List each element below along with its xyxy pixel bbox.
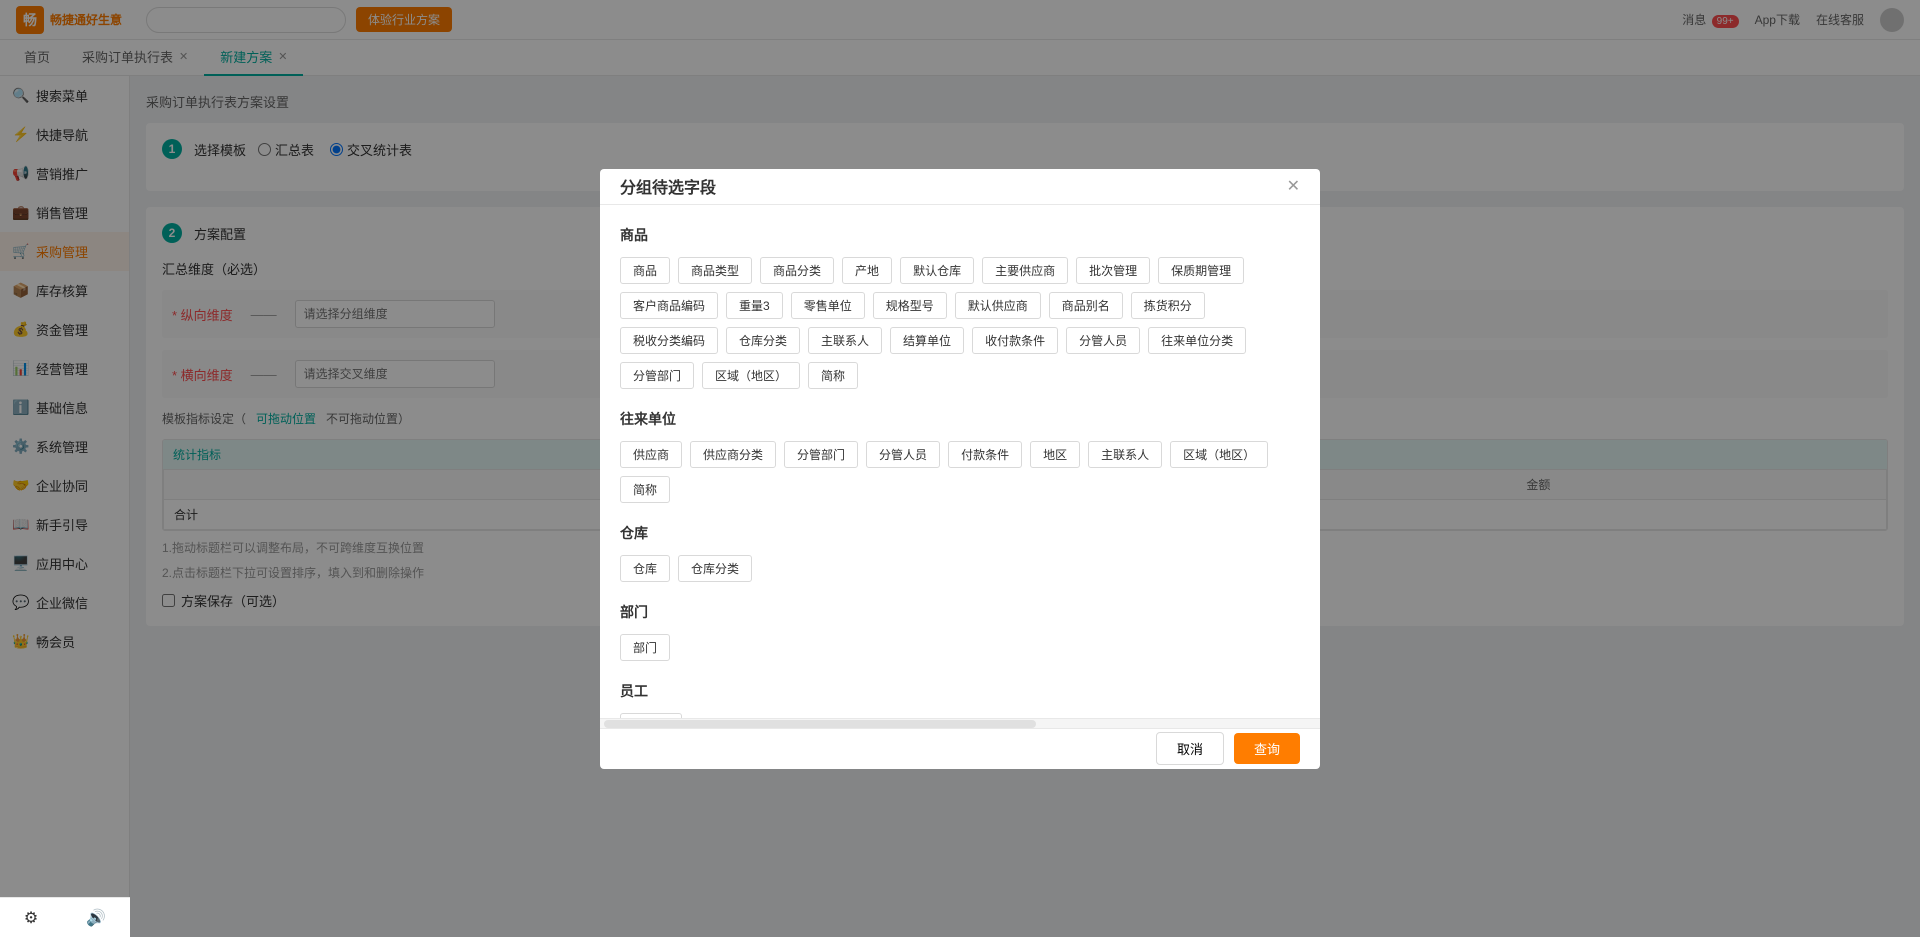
confirm-button[interactable]: 查询: [1234, 733, 1300, 764]
field-tag[interactable]: 默认仓库: [900, 257, 974, 284]
field-tag[interactable]: 往来单位分类: [1148, 327, 1246, 354]
section-employee-title: 员工: [620, 681, 1300, 701]
modal-horizontal-scrollbar[interactable]: [600, 718, 1320, 728]
department-field-tags: 部门: [620, 634, 1300, 661]
field-tag[interactable]: 规格型号: [873, 292, 947, 319]
field-tag[interactable]: 分管部门: [620, 362, 694, 389]
field-tag[interactable]: 供应商: [620, 441, 682, 468]
section-product: 商品 商品 商品类型 商品分类 产地 默认仓库 主要供应商 批次管理 保质期管理…: [620, 225, 1300, 389]
modal-overlay: 分组待选字段 ✕ 商品 商品 商品类型 商品分类 产地 默认仓库 主要供应商 批…: [0, 0, 1920, 937]
field-tag[interactable]: 零售单位: [791, 292, 865, 319]
field-tag[interactable]: 主联系人: [808, 327, 882, 354]
product-field-tags: 商品 商品类型 商品分类 产地 默认仓库 主要供应商 批次管理 保质期管理 客户…: [620, 257, 1300, 389]
field-tag[interactable]: 简称: [808, 362, 858, 389]
field-tag[interactable]: 客户商品编码: [620, 292, 718, 319]
field-tag[interactable]: 区域（地区）: [1170, 441, 1268, 468]
modal-close-button[interactable]: ✕: [1287, 176, 1300, 196]
modal-title: 分组待选字段: [620, 174, 716, 198]
cancel-button[interactable]: 取消: [1156, 732, 1224, 765]
field-tag[interactable]: 付款条件: [948, 441, 1022, 468]
bottom-bar: ⚙ 🔊: [0, 897, 130, 937]
field-tag[interactable]: 商品类型: [678, 257, 752, 284]
section-department: 部门 部门: [620, 602, 1300, 661]
field-tag[interactable]: 简称: [620, 476, 670, 503]
field-tag[interactable]: 仓库分类: [678, 555, 752, 582]
section-employee: 员工 业务员: [620, 681, 1300, 718]
field-tag[interactable]: 仓库: [620, 555, 670, 582]
section-product-title: 商品: [620, 225, 1300, 245]
field-tag[interactable]: 批次管理: [1076, 257, 1150, 284]
modal-footer: 取消 查询: [600, 728, 1320, 769]
field-tag[interactable]: 地区: [1030, 441, 1080, 468]
section-partner: 往来单位 供应商 供应商分类 分管部门 分管人员 付款条件 地区 主联系人 区域…: [620, 409, 1300, 503]
field-tag[interactable]: 商品: [620, 257, 670, 284]
section-warehouse: 仓库 仓库 仓库分类: [620, 523, 1300, 582]
field-tag[interactable]: 税收分类编码: [620, 327, 718, 354]
audio-icon[interactable]: 🔊: [86, 908, 106, 928]
field-tag[interactable]: 拣货积分: [1131, 292, 1205, 319]
field-tag[interactable]: 重量3: [726, 292, 783, 319]
section-partner-title: 往来单位: [620, 409, 1300, 429]
field-tag[interactable]: 保质期管理: [1158, 257, 1244, 284]
field-tag[interactable]: 部门: [620, 634, 670, 661]
field-tag[interactable]: 供应商分类: [690, 441, 776, 468]
field-select-modal: 分组待选字段 ✕ 商品 商品 商品类型 商品分类 产地 默认仓库 主要供应商 批…: [600, 169, 1320, 769]
modal-header: 分组待选字段 ✕: [600, 169, 1320, 205]
field-tag[interactable]: 主要供应商: [982, 257, 1068, 284]
field-tag[interactable]: 默认供应商: [955, 292, 1041, 319]
field-tag[interactable]: 主联系人: [1088, 441, 1162, 468]
field-tag[interactable]: 商品别名: [1049, 292, 1123, 319]
field-tag[interactable]: 分管人员: [866, 441, 940, 468]
section-warehouse-title: 仓库: [620, 523, 1300, 543]
modal-body: 商品 商品 商品类型 商品分类 产地 默认仓库 主要供应商 批次管理 保质期管理…: [600, 205, 1320, 718]
field-tag[interactable]: 产地: [842, 257, 892, 284]
section-department-title: 部门: [620, 602, 1300, 622]
field-tag[interactable]: 分管部门: [784, 441, 858, 468]
field-tag[interactable]: 商品分类: [760, 257, 834, 284]
field-tag[interactable]: 结算单位: [890, 327, 964, 354]
field-tag[interactable]: 分管人员: [1066, 327, 1140, 354]
warehouse-field-tags: 仓库 仓库分类: [620, 555, 1300, 582]
field-tag[interactable]: 仓库分类: [726, 327, 800, 354]
settings-icon[interactable]: ⚙: [24, 908, 38, 928]
partner-field-tags: 供应商 供应商分类 分管部门 分管人员 付款条件 地区 主联系人 区域（地区） …: [620, 441, 1300, 503]
field-tag[interactable]: 区域（地区）: [702, 362, 800, 389]
field-tag[interactable]: 收付款条件: [972, 327, 1058, 354]
